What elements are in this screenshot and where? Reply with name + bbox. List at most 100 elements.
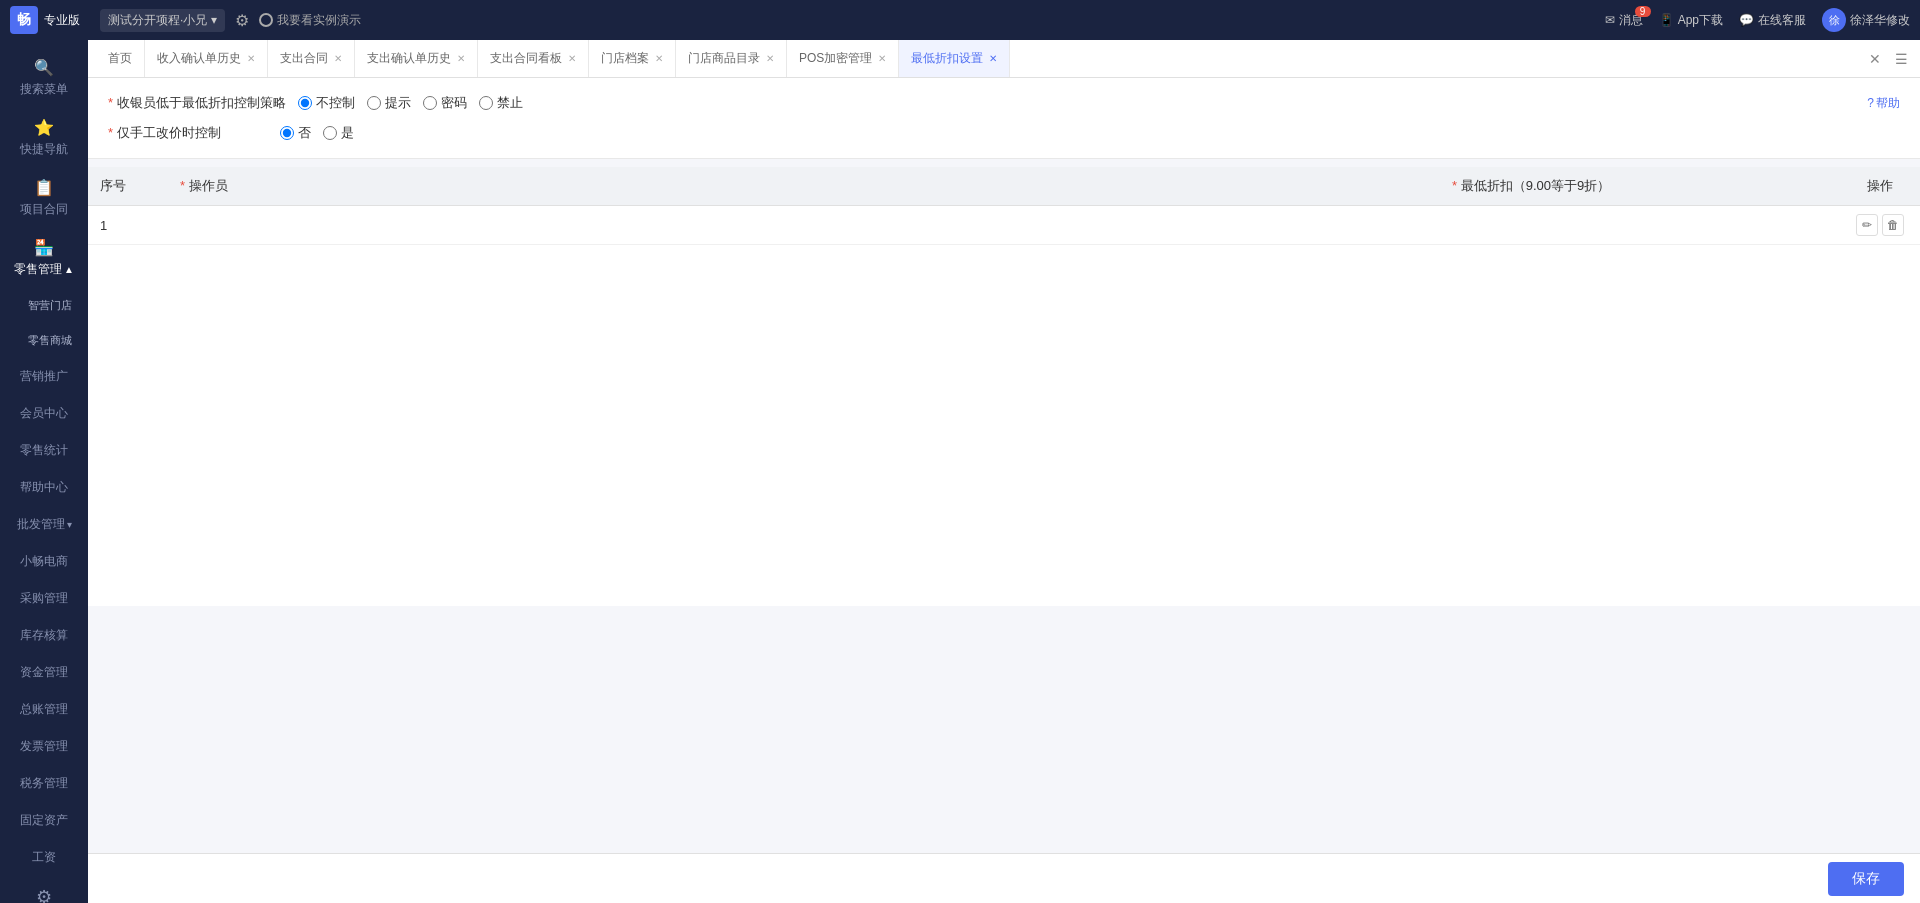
sidebar-item-payroll[interactable]: 工资 <box>0 839 88 876</box>
sidebar-item-search-menu[interactable]: 🔍 搜索菜单 <box>0 48 88 108</box>
save-button[interactable]: 保存 <box>1828 862 1904 896</box>
policy-radio-input-no-control[interactable] <box>298 96 312 110</box>
sidebar-item-retail-mall[interactable]: 零售商城 <box>0 323 88 358</box>
retail-mall-label: 零售商城 <box>28 333 72 348</box>
sidebar-item-label: 批发管理 ▾ <box>17 516 72 533</box>
sidebar-item-fixed-assets[interactable]: 固定资产 <box>0 802 88 839</box>
sidebar-item-label: 总账管理 <box>20 701 68 718</box>
manual-only-form-row: * 仅手工改价时控制 否 是 <box>108 124 1900 142</box>
delete-button[interactable]: 🗑 <box>1882 214 1904 236</box>
close-icon[interactable]: ✕ <box>247 53 255 64</box>
sidebar-item-retail-stats[interactable]: 零售统计 <box>0 432 88 469</box>
app-logo: 畅 专业版 <box>10 6 90 34</box>
sidebar-item-label: 小畅电商 <box>20 553 68 570</box>
col-actions-label: 操作 <box>1867 178 1893 193</box>
sidebar-item-label: 发票管理 <box>20 738 68 755</box>
message-badge: 9 <box>1635 6 1651 17</box>
policy-radio-password[interactable]: 密码 <box>423 94 467 112</box>
sidebar-item-inventory[interactable]: 库存核算 <box>0 617 88 654</box>
sidebar-item-retail-management[interactable]: 🏪 零售管理 ▲ <box>0 228 88 288</box>
tab-payment-contract[interactable]: 支出合同 ✕ <box>268 40 355 78</box>
tab-payment-confirm-history[interactable]: 支出确认单历史 ✕ <box>355 40 478 78</box>
settings-icon[interactable]: ⚙ <box>235 11 249 30</box>
tab-income-confirm-history[interactable]: 收入确认单历史 ✕ <box>145 40 268 78</box>
sidebar-gear-icon[interactable]: ⚙ <box>26 876 62 903</box>
close-icon[interactable]: ✕ <box>878 53 886 64</box>
edit-button[interactable]: ✏ <box>1856 214 1878 236</box>
sidebar-item-wholesale[interactable]: 批发管理 ▾ <box>0 506 88 543</box>
help-link[interactable]: ? 帮助 <box>1867 95 1900 112</box>
close-icon[interactable]: ✕ <box>457 53 465 64</box>
tab-home[interactable]: 首页 <box>96 40 145 78</box>
policy-radio-forbid[interactable]: 禁止 <box>479 94 523 112</box>
retail-management-icon: 🏪 <box>34 238 54 257</box>
sidebar-item-smart-store[interactable]: 智营门店 <box>0 288 88 323</box>
tab-label: 支出合同看板 <box>490 50 562 67</box>
manual-only-radio-input-no[interactable] <box>280 126 294 140</box>
tab-close-button[interactable]: ✕ <box>1865 49 1885 69</box>
policy-radio-input-forbid[interactable] <box>479 96 493 110</box>
online-service-label: 在线客服 <box>1758 12 1806 29</box>
policy-label-text: 收银员低于最低折扣控制策略 <box>117 95 286 110</box>
close-icon[interactable]: ✕ <box>766 53 774 64</box>
tab-pos-password[interactable]: POS加密管理 ✕ <box>787 40 899 78</box>
sidebar-item-member-center[interactable]: 会员中心 <box>0 395 88 432</box>
project-selector[interactable]: 测试分开项程·小兄 ▾ <box>100 9 225 32</box>
table-row: 1 ✏ 🗑 <box>88 206 1920 245</box>
sidebar-item-help-center[interactable]: 帮助中心 <box>0 469 88 506</box>
close-icon[interactable]: ✕ <box>989 53 997 64</box>
form-card: * 收银员低于最低折扣控制策略 不控制 提示 <box>88 78 1920 159</box>
download-icon: 📱 <box>1659 13 1674 27</box>
row-seq-value: 1 <box>100 218 107 233</box>
manual-only-option-label: 是 <box>341 124 354 142</box>
online-service-button[interactable]: 💬 在线客服 <box>1739 12 1806 29</box>
cell-seq: 1 <box>88 210 168 241</box>
sidebar-item-purchase[interactable]: 采购管理 <box>0 580 88 617</box>
tab-store-product-catalog[interactable]: 门店商品目录 ✕ <box>676 40 787 78</box>
message-button[interactable]: ✉ 消息 9 <box>1605 12 1643 29</box>
policy-radio-input-password[interactable] <box>423 96 437 110</box>
sidebar-bottom: ⚙ <box>26 876 62 903</box>
table-header: 序号 * 操作员 * 最低折扣（9.00等于9折） 操作 <box>88 167 1920 206</box>
sidebar-item-quick-nav[interactable]: ⭐ 快捷导航 <box>0 108 88 168</box>
close-icon[interactable]: ✕ <box>334 53 342 64</box>
service-icon: 💬 <box>1739 13 1754 27</box>
user-menu[interactable]: 徐 徐泽华修改 <box>1822 8 1910 32</box>
sidebar-item-project-contract[interactable]: 📋 项目合同 <box>0 168 88 228</box>
sidebar-item-tax[interactable]: 税务管理 <box>0 765 88 802</box>
demo-button[interactable]: 我要看实例演示 <box>259 12 361 29</box>
sidebar-item-ecommerce[interactable]: 小畅电商 <box>0 543 88 580</box>
tab-payment-contract-board[interactable]: 支出合同看板 ✕ <box>478 40 589 78</box>
tab-min-discount-setting[interactable]: 最低折扣设置 ✕ <box>899 40 1010 78</box>
bottom-bar: 保存 <box>88 853 1920 903</box>
required-star: * <box>108 125 113 140</box>
logo-icon: 畅 <box>10 6 38 34</box>
close-icon[interactable]: ✕ <box>655 53 663 64</box>
close-icon[interactable]: ✕ <box>568 53 576 64</box>
sidebar-item-label: 零售管理 ▲ <box>14 261 74 278</box>
policy-radio-prompt[interactable]: 提示 <box>367 94 411 112</box>
manual-only-radio-input-yes[interactable] <box>323 126 337 140</box>
sidebar-item-marketing[interactable]: 营销推广 <box>0 358 88 395</box>
col-operator: * 操作员 <box>168 167 1440 205</box>
manual-only-radio-no[interactable]: 否 <box>280 124 311 142</box>
policy-option-label: 禁止 <box>497 94 523 112</box>
sidebar-item-label: 零售统计 <box>20 442 68 459</box>
policy-form-row: * 收银员低于最低折扣控制策略 不控制 提示 <box>108 94 1900 112</box>
cell-actions: ✏ 🗑 <box>1840 206 1920 244</box>
sidebar-item-general-ledger[interactable]: 总账管理 <box>0 691 88 728</box>
col-min-discount: * 最低折扣（9.00等于9折） <box>1440 167 1840 205</box>
manual-only-radio-yes[interactable]: 是 <box>323 124 354 142</box>
app-download-button[interactable]: 📱 App下载 <box>1659 12 1723 29</box>
tab-menu-button[interactable]: ☰ <box>1891 49 1912 69</box>
chevron-down-icon: ▾ <box>211 13 217 27</box>
col-min-discount-label: 最低折扣（9.00等于9折） <box>1461 178 1611 193</box>
tab-store-file[interactable]: 门店档案 ✕ <box>589 40 676 78</box>
sidebar-item-fund[interactable]: 资金管理 <box>0 654 88 691</box>
policy-radio-no-control[interactable]: 不控制 <box>298 94 355 112</box>
search-menu-icon: 🔍 <box>34 58 54 77</box>
tab-label: 门店商品目录 <box>688 50 760 67</box>
page-content: * 收银员低于最低折扣控制策略 不控制 提示 <box>88 78 1920 853</box>
policy-radio-input-prompt[interactable] <box>367 96 381 110</box>
sidebar-item-invoice[interactable]: 发票管理 <box>0 728 88 765</box>
